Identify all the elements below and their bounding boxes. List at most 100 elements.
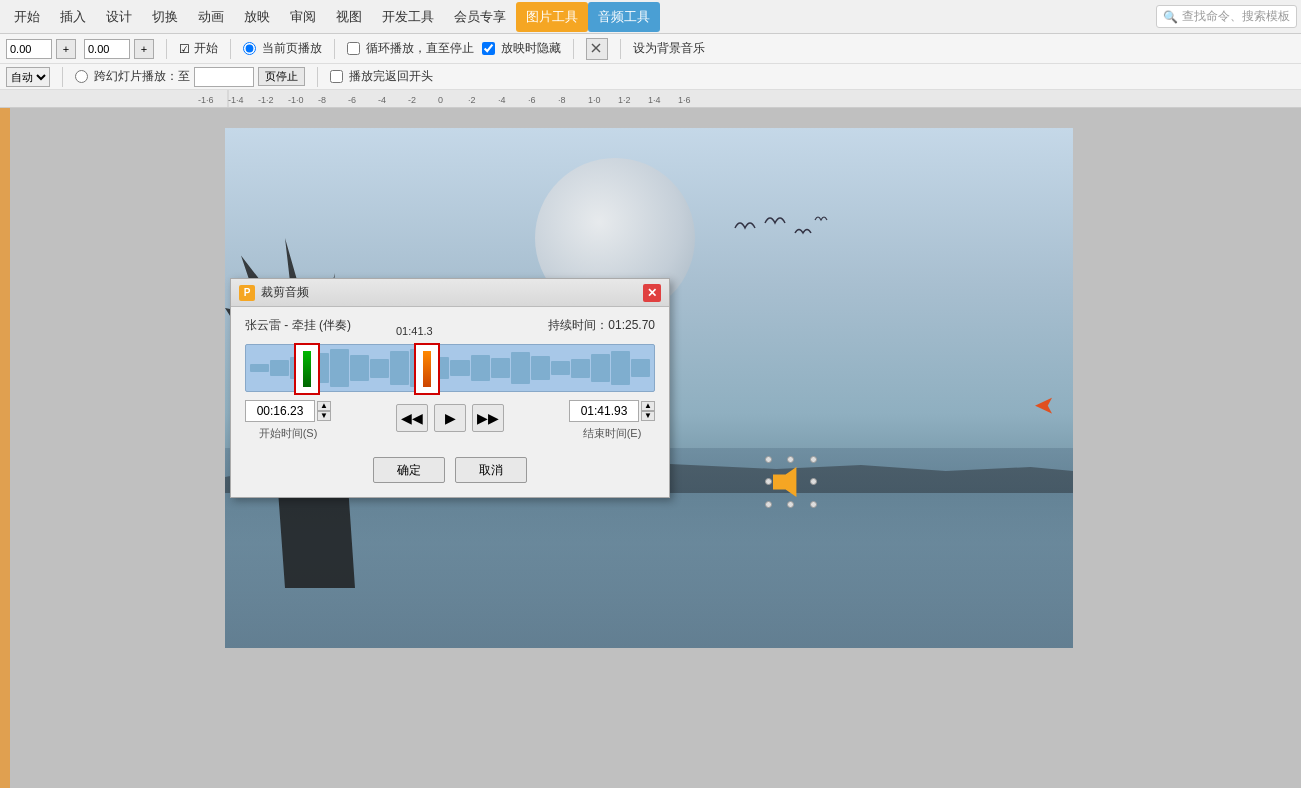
wave-bar bbox=[390, 351, 409, 385]
start-time-input[interactable] bbox=[245, 400, 315, 422]
selection-dot-tm bbox=[787, 456, 794, 463]
divider6 bbox=[62, 67, 63, 87]
selection-dot-bl bbox=[765, 501, 772, 508]
menu-design[interactable]: 设计 bbox=[96, 2, 142, 32]
loop-checkbox[interactable] bbox=[347, 42, 360, 55]
cross-slide-input[interactable] bbox=[194, 67, 254, 87]
wave-bar bbox=[591, 354, 610, 383]
menu-animate[interactable]: 动画 bbox=[188, 2, 234, 32]
rewind-btn[interactable]: ◀◀ bbox=[396, 404, 428, 432]
current-page-radio[interactable] bbox=[243, 42, 256, 55]
ruler-svg: -1·6 -1·4 -1·2 -1·0 -8 -6 -4 -2 0 ·2 ·4 … bbox=[0, 90, 1301, 108]
divider4 bbox=[573, 39, 574, 59]
divider5 bbox=[620, 39, 621, 59]
end-time-spin: ▲ ▼ bbox=[641, 401, 655, 421]
auto-select[interactable]: 自动 bbox=[6, 67, 50, 87]
replay-checkbox[interactable] bbox=[330, 70, 343, 83]
svg-text:-1·0: -1·0 bbox=[288, 95, 304, 105]
toolbar-row1: + + ☑ 开始 当前页播放 循环播放，直至停止 放映时隐藏 设为背景音乐 bbox=[0, 34, 1301, 64]
search-label: 查找命令、搜索模板 bbox=[1182, 8, 1290, 25]
checkbox-start-icon: ☑ bbox=[179, 42, 190, 56]
svg-text:-1·2: -1·2 bbox=[258, 95, 274, 105]
menu-picture-tools[interactable]: 图片工具 bbox=[516, 2, 588, 32]
menu-review[interactable]: 审阅 bbox=[280, 2, 326, 32]
wave-bar bbox=[531, 356, 550, 381]
wave-bar bbox=[631, 359, 650, 376]
start-group: ☑ 开始 bbox=[179, 40, 218, 57]
canvas-area: ➤ ➤ P 裁剪音频 ✕ 张云雷 - 牵挂 (伴奏) 持续时间：01:25.70 bbox=[0, 108, 1301, 788]
menu-play[interactable]: 放映 bbox=[234, 2, 280, 32]
marker-time-display: 01:41.3 bbox=[396, 325, 433, 337]
hide-checkbox[interactable] bbox=[482, 42, 495, 55]
auto-select-group: 自动 bbox=[6, 67, 50, 87]
svg-text:1·6: 1·6 bbox=[678, 95, 691, 105]
wave-bar bbox=[511, 352, 530, 384]
playback-controls: ◀◀ ▶ ▶▶ bbox=[331, 400, 569, 432]
end-time-down[interactable]: ▼ bbox=[641, 411, 655, 421]
end-time-group: ▲ ▼ 结束时间(E) bbox=[569, 400, 655, 441]
menu-start[interactable]: 开始 bbox=[4, 2, 50, 32]
svg-text:-1·6: -1·6 bbox=[198, 95, 214, 105]
divider2 bbox=[230, 39, 231, 59]
selection-dot-br bbox=[810, 501, 817, 508]
trim-icon-btn[interactable] bbox=[586, 38, 608, 60]
cross-slide-radio[interactable] bbox=[75, 70, 88, 83]
search-icon: 🔍 bbox=[1163, 10, 1178, 24]
end-time-input-box: ▲ ▼ bbox=[569, 400, 655, 422]
time-add-btn-2[interactable]: + bbox=[134, 39, 154, 59]
controls-row: ▲ ▼ 开始时间(S) ◀◀ ▶ ▶▶ bbox=[245, 400, 655, 441]
menu-member[interactable]: 会员专享 bbox=[444, 2, 516, 32]
svg-text:1·2: 1·2 bbox=[618, 95, 631, 105]
audio-icon-container[interactable] bbox=[765, 456, 817, 508]
menu-view[interactable]: 视图 bbox=[326, 2, 372, 32]
current-page-group: 当前页播放 bbox=[243, 40, 322, 57]
svg-text:-6: -6 bbox=[348, 95, 356, 105]
svg-text:1·4: 1·4 bbox=[648, 95, 661, 105]
left-marker[interactable] bbox=[294, 343, 320, 395]
time-add-btn-1[interactable]: + bbox=[56, 39, 76, 59]
dialog-close-btn[interactable]: ✕ bbox=[643, 284, 661, 302]
end-time-label: 结束时间(E) bbox=[583, 426, 642, 441]
divider1 bbox=[166, 39, 167, 59]
dialog-body: 张云雷 - 牵挂 (伴奏) 持续时间：01:25.70 bbox=[231, 307, 669, 497]
svg-text:-8: -8 bbox=[318, 95, 326, 105]
svg-text:-2: -2 bbox=[408, 95, 416, 105]
end-time-input[interactable] bbox=[569, 400, 639, 422]
wave-bar bbox=[611, 351, 630, 385]
menu-devtools[interactable]: 开发工具 bbox=[372, 2, 444, 32]
selection-dot-tr bbox=[810, 456, 817, 463]
dialog-info-row: 张云雷 - 牵挂 (伴奏) 持续时间：01:25.70 bbox=[245, 317, 655, 334]
selection-dot-bm bbox=[787, 501, 794, 508]
wave-bar bbox=[551, 361, 570, 374]
wave-bar bbox=[250, 364, 269, 372]
time-input-2[interactable] bbox=[84, 39, 130, 59]
cancel-button[interactable]: 取消 bbox=[455, 457, 527, 483]
right-marker[interactable]: 01:41.3 bbox=[414, 343, 440, 395]
menu-insert[interactable]: 插入 bbox=[50, 2, 96, 32]
start-time-down[interactable]: ▼ bbox=[317, 411, 331, 421]
wave-bar bbox=[330, 349, 349, 387]
menu-audio-tools[interactable]: 音频工具 bbox=[588, 2, 660, 32]
forward-btn[interactable]: ▶▶ bbox=[472, 404, 504, 432]
play-btn[interactable]: ▶ bbox=[434, 404, 466, 432]
loop-label: 循环播放，直至停止 bbox=[366, 40, 474, 57]
selection-dot-tl bbox=[765, 456, 772, 463]
page-stop-btn[interactable]: 页停止 bbox=[258, 67, 305, 86]
dialog-titlebar[interactable]: P 裁剪音频 ✕ bbox=[231, 279, 669, 307]
svg-text:·6: ·6 bbox=[528, 95, 536, 105]
start-time-up[interactable]: ▲ bbox=[317, 401, 331, 411]
wave-bar bbox=[491, 358, 510, 379]
time-input-1[interactable] bbox=[6, 39, 52, 59]
search-box[interactable]: 🔍 查找命令、搜索模板 bbox=[1156, 5, 1297, 28]
svg-text:·2: ·2 bbox=[468, 95, 476, 105]
replay-label: 播放完返回开头 bbox=[349, 68, 433, 85]
end-time-up[interactable]: ▲ bbox=[641, 401, 655, 411]
trim-track[interactable]: 01:41.3 bbox=[245, 344, 655, 392]
selection-dot-ml bbox=[765, 478, 772, 485]
menu-switch[interactable]: 切换 bbox=[142, 2, 188, 32]
wave-bar bbox=[471, 355, 490, 382]
set-bg-label: 设为背景音乐 bbox=[633, 40, 705, 57]
confirm-button[interactable]: 确定 bbox=[373, 457, 445, 483]
start-time-input-box: ▲ ▼ bbox=[245, 400, 331, 422]
wave-bar bbox=[270, 360, 289, 375]
